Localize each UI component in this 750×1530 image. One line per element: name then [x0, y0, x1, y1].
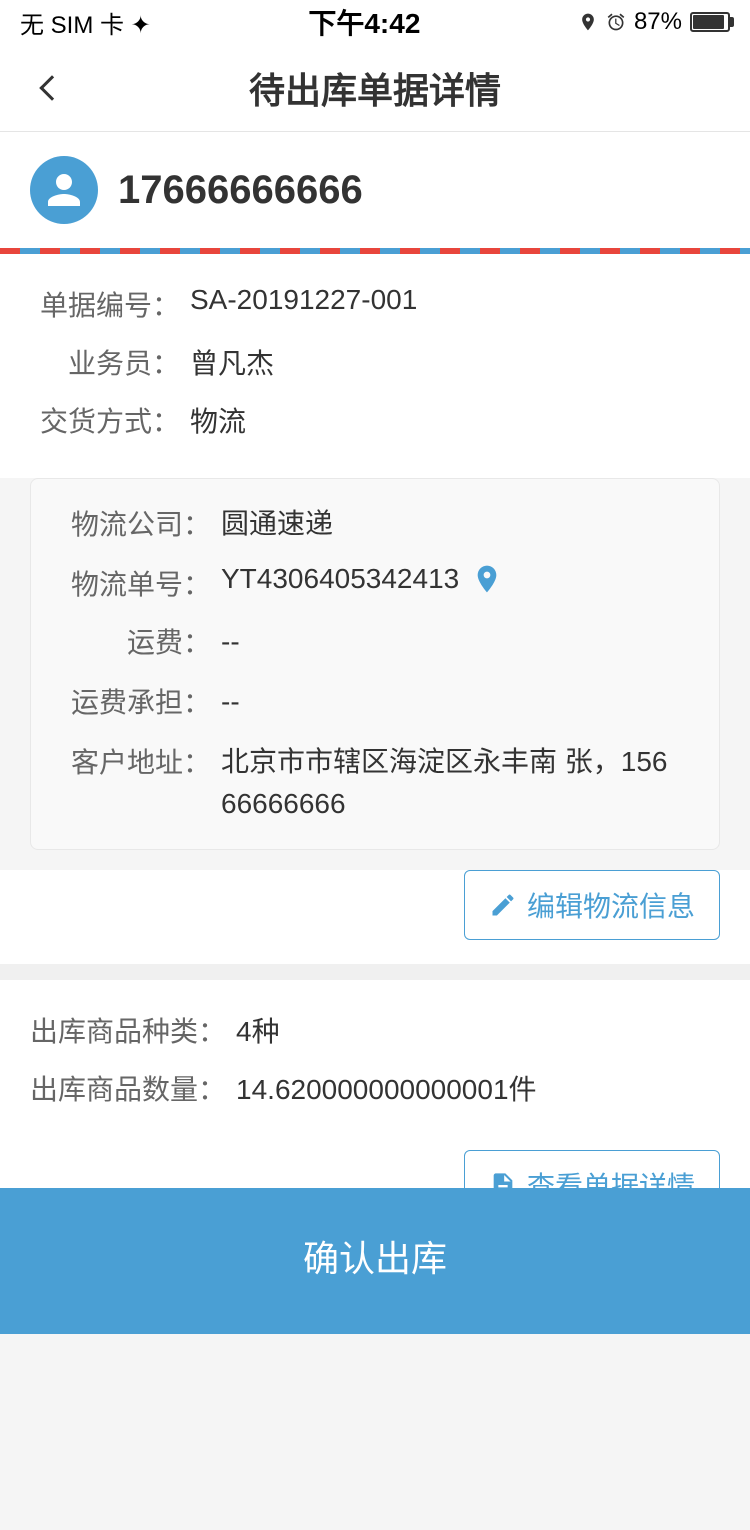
salesperson-label: 业务员： [30, 342, 190, 382]
goods-quantity-value: 14.620000000000001件 [236, 1068, 537, 1108]
order-info-section: 单据编号： SA-20191227-001 业务员： 曾凡杰 交货方式： 物流 [0, 254, 750, 478]
address-label: 客户地址： [61, 741, 221, 781]
section-divider [0, 964, 750, 980]
avatar-person-icon [44, 170, 84, 210]
status-right: 87% [578, 8, 730, 36]
order-no-row: 单据编号： SA-20191227-001 [30, 284, 720, 324]
address-value: 北京市市辖区海淀区永丰南 张，156 66666666 [221, 741, 689, 825]
freight-bear-label: 运费承担： [61, 681, 221, 721]
freight-row: 运费： -- [61, 621, 689, 663]
goods-section: 出库商品种类： 4种 出库商品数量： 14.620000000000001件 [0, 980, 750, 1150]
confirm-btn-text: 确认出库 [303, 1230, 447, 1282]
salesperson-value: 曾凡杰 [190, 342, 720, 382]
goods-types-value: 4种 [236, 1010, 280, 1050]
battery-percent: 87% [634, 8, 682, 36]
confirm-btn-wrapper: 确认出库 [0, 1188, 750, 1334]
order-no-value: SA-20191227-001 [190, 284, 720, 316]
customer-phone: 17666666666 [118, 168, 363, 213]
goods-types-label: 出库商品种类： [30, 1010, 236, 1050]
goods-quantity-label: 出库商品数量： [30, 1068, 236, 1108]
address-row: 客户地址： 北京市市辖区海淀区永丰南 张，156 66666666 [61, 741, 689, 825]
tracking-number: YT4306405342413 [221, 563, 459, 595]
back-button[interactable] [30, 66, 74, 110]
freight-bear-row: 运费承担： -- [61, 681, 689, 723]
logistics-card: 物流公司： 圆通速递 物流单号： YT4306405342413 运费： -- … [30, 478, 720, 850]
edit-btn-text: 编辑物流信息 [527, 885, 695, 925]
page-title: 待出库单据详情 [249, 62, 501, 114]
customer-avatar [30, 156, 98, 224]
logistics-tracking-row: 物流单号： YT4306405342413 [61, 563, 689, 603]
sim-status: 无 SIM 卡 ✦ [20, 5, 151, 40]
freight-value: -- [221, 621, 689, 663]
goods-quantity-row: 出库商品数量： 14.620000000000001件 [30, 1068, 720, 1108]
customer-section: 17666666666 [0, 132, 750, 248]
logistics-tracking-label: 物流单号： [61, 563, 221, 603]
freight-bear-value: -- [221, 681, 689, 723]
goods-types-row: 出库商品种类： 4种 [30, 1010, 720, 1050]
edit-icon [489, 891, 517, 919]
edit-btn-container: 编辑物流信息 [0, 870, 750, 964]
confirm-outbound-button[interactable]: 确认出库 [30, 1212, 720, 1300]
location-status-icon [578, 12, 598, 32]
status-time: 下午4:42 [308, 2, 420, 42]
status-bar: 无 SIM 卡 ✦ 下午4:42 87% [0, 0, 750, 44]
battery-icon [690, 12, 730, 32]
status-left: 无 SIM 卡 ✦ [20, 5, 151, 40]
nav-bar: 待出库单据详情 [0, 44, 750, 132]
delivery-value: 物流 [190, 400, 720, 440]
logistics-company-value: 圆通速递 [221, 503, 689, 545]
delivery-row: 交货方式： 物流 [30, 400, 720, 440]
order-no-label: 单据编号： [30, 284, 190, 324]
freight-label: 运费： [61, 621, 221, 661]
alarm-icon [606, 12, 626, 32]
delivery-label: 交货方式： [30, 400, 190, 440]
salesperson-row: 业务员： 曾凡杰 [30, 342, 720, 382]
logistics-company-row: 物流公司： 圆通速递 [61, 503, 689, 545]
logistics-tracking-container: YT4306405342413 [221, 563, 503, 595]
logistics-company-label: 物流公司： [61, 503, 221, 543]
tracking-location-icon[interactable] [471, 563, 503, 595]
back-arrow-icon [39, 75, 64, 100]
edit-logistics-button[interactable]: 编辑物流信息 [464, 870, 720, 940]
